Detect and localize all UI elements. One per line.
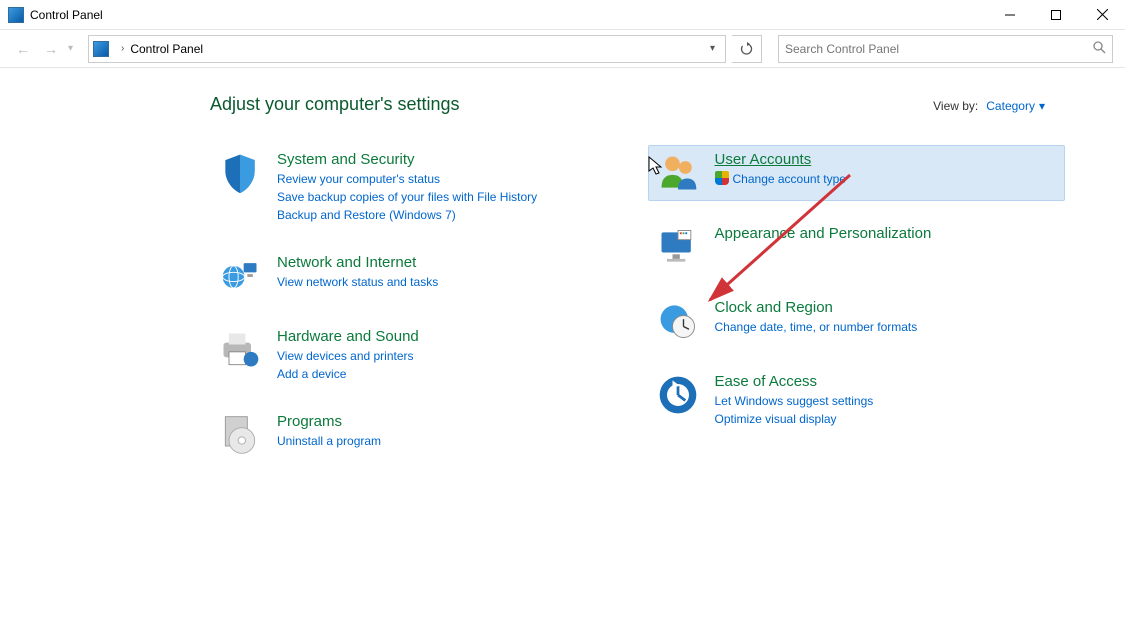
category-link[interactable]: Let Windows suggest settings: [715, 392, 1058, 410]
minimize-icon: [1005, 10, 1015, 20]
search-input[interactable]: [785, 42, 1092, 56]
category-link[interactable]: Change account type: [715, 170, 1058, 188]
category-title[interactable]: Clock and Region: [715, 299, 1058, 316]
category-link[interactable]: Add a device: [277, 365, 620, 383]
clock-globe-icon: [656, 299, 700, 343]
category-appearance-personalization[interactable]: Appearance and Personalization: [648, 219, 1066, 275]
users-icon: [656, 151, 700, 195]
globe-icon: [218, 254, 262, 298]
category-link[interactable]: Uninstall a program: [277, 432, 620, 450]
recent-locations-button[interactable]: ▾: [68, 43, 82, 54]
category-link[interactable]: View network status and tasks: [277, 273, 620, 291]
view-by-label: View by:: [933, 99, 978, 113]
category-title[interactable]: Hardware and Sound: [277, 328, 620, 345]
category-link[interactable]: Review your computer's status: [277, 170, 620, 188]
close-icon: [1097, 9, 1108, 20]
back-button[interactable]: ←: [12, 38, 34, 60]
category-link[interactable]: View devices and printers: [277, 347, 620, 365]
nav-bar: ← → ▾ › Control Panel ▾: [0, 30, 1125, 68]
refresh-button[interactable]: [732, 35, 762, 63]
title-bar: Control Panel: [0, 0, 1125, 30]
category-column-right: User Accounts Change account type Appear…: [648, 145, 1066, 481]
view-by-control: View by: Category ▾: [933, 99, 1045, 113]
forward-button[interactable]: →: [40, 38, 62, 60]
category-network-internet[interactable]: Network and Internet View network status…: [210, 248, 628, 304]
address-dropdown[interactable]: ▾: [704, 43, 721, 54]
maximize-icon: [1051, 10, 1061, 20]
category-programs[interactable]: Programs Uninstall a program: [210, 407, 628, 463]
disc-box-icon: [218, 413, 262, 457]
category-link[interactable]: Change date, time, or number formats: [715, 318, 1058, 336]
view-by-value: Category: [986, 99, 1035, 113]
chevron-down-icon: ▾: [1039, 99, 1045, 113]
page-heading: Adjust your computer's settings: [210, 94, 460, 115]
category-column-left: System and Security Review your computer…: [210, 145, 628, 481]
category-hardware-sound[interactable]: Hardware and Sound View devices and prin…: [210, 322, 628, 389]
search-icon: [1092, 40, 1106, 57]
search-box[interactable]: [778, 35, 1113, 63]
category-title[interactable]: Network and Internet: [277, 254, 620, 271]
category-system-security[interactable]: System and Security Review your computer…: [210, 145, 628, 230]
printer-icon: [218, 328, 262, 372]
window-title: Control Panel: [30, 8, 987, 22]
app-icon: [8, 7, 24, 23]
access-icon: [656, 373, 700, 417]
shield-icon: [218, 151, 262, 195]
category-link[interactable]: Backup and Restore (Windows 7): [277, 206, 620, 224]
monitor-icon: [656, 225, 700, 269]
minimize-button[interactable]: [987, 0, 1033, 29]
address-text[interactable]: Control Panel: [130, 42, 704, 56]
category-clock-region[interactable]: Clock and Region Change date, time, or n…: [648, 293, 1066, 349]
category-title[interactable]: System and Security: [277, 151, 620, 168]
address-bar[interactable]: › Control Panel ▾: [88, 35, 726, 63]
category-title[interactable]: Ease of Access: [715, 373, 1058, 390]
view-by-dropdown[interactable]: Category ▾: [986, 99, 1045, 113]
category-link[interactable]: Optimize visual display: [715, 410, 1058, 428]
close-button[interactable]: [1079, 0, 1125, 29]
category-title[interactable]: Programs: [277, 413, 620, 430]
category-title[interactable]: Appearance and Personalization: [715, 225, 1058, 242]
address-icon: [93, 41, 109, 57]
category-ease-of-access[interactable]: Ease of Access Let Windows suggest setti…: [648, 367, 1066, 434]
category-title[interactable]: User Accounts: [715, 151, 1058, 168]
chevron-right-icon: ›: [121, 43, 124, 54]
maximize-button[interactable]: [1033, 0, 1079, 29]
category-link[interactable]: Save backup copies of your files with Fi…: [277, 188, 620, 206]
category-user-accounts[interactable]: User Accounts Change account type: [648, 145, 1066, 201]
refresh-icon: [740, 42, 754, 56]
